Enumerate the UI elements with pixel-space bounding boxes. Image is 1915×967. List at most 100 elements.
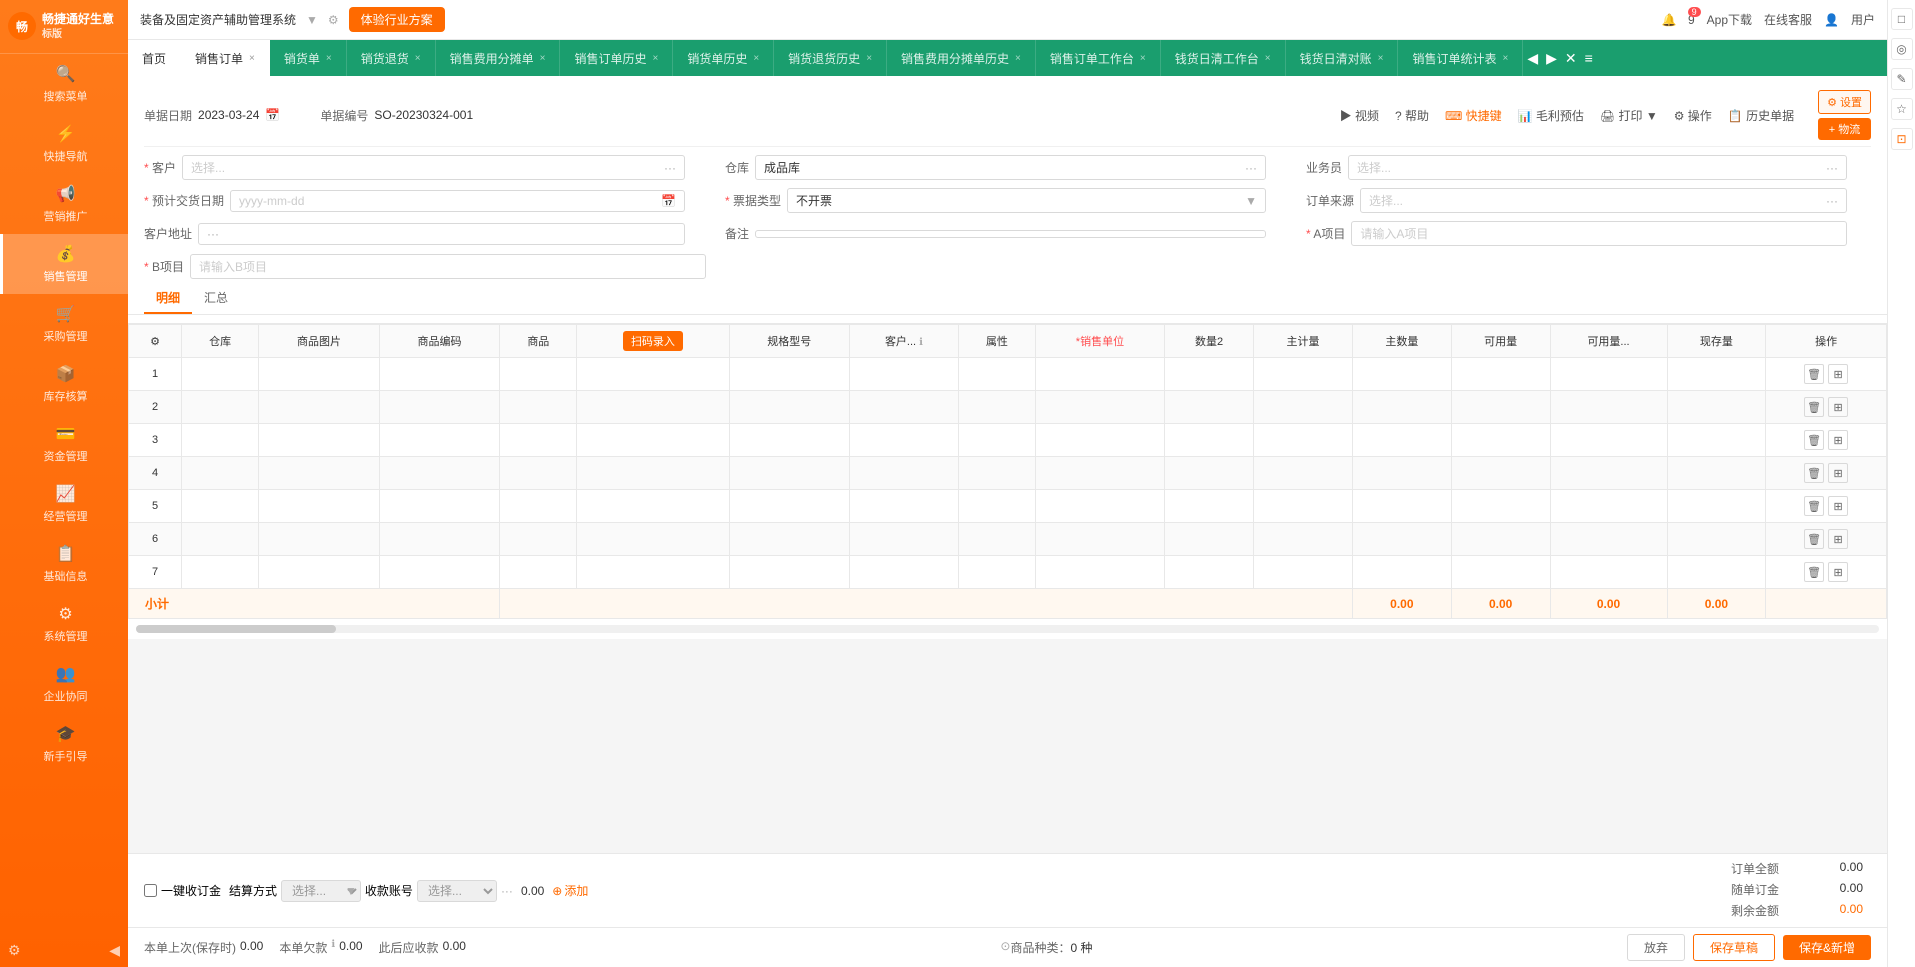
toolbar-help[interactable]: ? 帮助 xyxy=(1395,107,1429,124)
right-panel-icon-1[interactable]: □ xyxy=(1891,8,1913,30)
tab-next-icon[interactable]: ▶ xyxy=(1542,50,1561,67)
sidebar-item-库存核算[interactable]: 📦库存核算 xyxy=(0,354,128,414)
tab-close-icon[interactable]: × xyxy=(1140,53,1146,64)
toolbar-video[interactable]: ▶ 视频 xyxy=(1340,107,1379,124)
sidebar-item-搜索菜单[interactable]: 🔍搜索菜单 xyxy=(0,54,128,114)
cell-main-qty-3[interactable] xyxy=(1352,424,1451,457)
user-avatar[interactable]: 👤 xyxy=(1824,13,1839,27)
sidebar-item-营销推广[interactable]: 📢营销推广 xyxy=(0,174,128,234)
online-service-link[interactable]: 在线客服 xyxy=(1764,11,1812,28)
cell-qty2-1[interactable] xyxy=(1164,358,1253,391)
tab-sales-fee[interactable]: 销售费用分摊单 × xyxy=(436,40,561,76)
sidebar-item-采购管理[interactable]: 🛒采购管理 xyxy=(0,294,128,354)
cell-code-3[interactable] xyxy=(379,424,500,457)
delete-icon-1[interactable]: 🗑 xyxy=(1804,364,1824,384)
delivery-calendar-icon[interactable]: 📅 xyxy=(661,194,676,208)
copy-icon-4[interactable]: ⊞ xyxy=(1828,463,1848,483)
scrollbar-thumb[interactable] xyxy=(136,625,336,633)
tab-return-history[interactable]: 销货退货历史 × xyxy=(774,40,887,76)
copy-icon-6[interactable]: ⊞ xyxy=(1828,529,1848,549)
tab-sales-order[interactable]: 销售订单 × xyxy=(181,40,270,76)
cell-spec-1[interactable] xyxy=(729,358,850,391)
tab-sales-return[interactable]: 销货退货 × xyxy=(347,40,436,76)
tab-close-icon[interactable]: × xyxy=(1378,53,1384,64)
cell-main-qty-2[interactable] xyxy=(1352,391,1451,424)
tab-home[interactable]: 首页 xyxy=(128,40,181,76)
cell-customer-1[interactable] xyxy=(850,358,959,391)
right-panel-icon-2[interactable]: ◎ xyxy=(1891,38,1913,60)
tab-close-icon[interactable]: × xyxy=(753,53,759,64)
cell-warehouse-3[interactable] xyxy=(182,424,259,457)
sidebar-item-快捷导航[interactable]: ⚡快捷导航 xyxy=(0,114,128,174)
tab-close-icon[interactable]: × xyxy=(1265,53,1271,64)
tab-close-icon[interactable]: × xyxy=(415,53,421,64)
tab-close-icon[interactable]: × xyxy=(1015,53,1021,64)
delete-icon-4[interactable]: 🗑 xyxy=(1804,463,1824,483)
copy-icon-7[interactable]: ⊞ xyxy=(1828,562,1848,582)
toolbar-operations[interactable]: ⚙ 操作 xyxy=(1674,107,1712,124)
note-input[interactable] xyxy=(755,230,1266,238)
copy-icon-3[interactable]: ⊞ xyxy=(1828,430,1848,450)
tab-close-icon[interactable]: × xyxy=(540,53,546,64)
tab-daily-reconcile[interactable]: 钱货日清对账 × xyxy=(1286,40,1399,76)
right-panel-icon-3[interactable]: ✎ xyxy=(1891,68,1913,90)
tab-detail[interactable]: 明细 xyxy=(144,283,192,314)
sidebar-item-销售管理[interactable]: 💰销售管理 xyxy=(0,234,128,294)
cell-attr-2[interactable] xyxy=(958,391,1035,424)
order-source-input[interactable]: 选择... ··· xyxy=(1360,188,1847,213)
one-click-checkbox[interactable]: 一键收订金 xyxy=(144,882,221,899)
horizontal-scrollbar[interactable] xyxy=(136,625,1879,633)
debt-info-icon[interactable]: ℹ xyxy=(331,939,335,956)
save-draft-button[interactable]: 保存草稿 xyxy=(1693,934,1775,961)
settings-bottom-icon[interactable]: ⚙ xyxy=(8,942,21,959)
sidebar-item-经营管理[interactable]: 📈经营管理 xyxy=(0,474,128,534)
delete-icon-5[interactable]: 🗑 xyxy=(1804,496,1824,516)
toolbar-profit[interactable]: 📊 毛利预估 xyxy=(1518,107,1584,124)
tab-close-icon[interactable]: × xyxy=(866,53,872,64)
tab-close-all-icon[interactable]: ✕ xyxy=(1561,50,1581,67)
tab-order-workbench[interactable]: 销售订单工作台 × xyxy=(1036,40,1161,76)
calendar-icon[interactable]: 📅 xyxy=(265,108,280,122)
salesperson-input[interactable]: 选择... ··· xyxy=(1348,155,1847,180)
industry-btn[interactable]: 体验行业方案 xyxy=(349,7,445,32)
right-panel-icon-5[interactable]: ⊡ xyxy=(1891,128,1913,150)
scan-btn[interactable]: 扫码录入 xyxy=(623,331,683,351)
sidebar-item-新手引导[interactable]: 🎓新手引导 xyxy=(0,714,128,774)
delete-icon-7[interactable]: 🗑 xyxy=(1804,562,1824,582)
app-download-link[interactable]: App下载 xyxy=(1707,11,1752,28)
one-click-checkbox-input[interactable] xyxy=(144,884,157,897)
tab-order-stats[interactable]: 销售订单统计表 × xyxy=(1398,40,1523,76)
delete-icon-6[interactable]: 🗑 xyxy=(1804,529,1824,549)
add-logistics-button[interactable]: + 物流 xyxy=(1818,118,1871,140)
setting-button[interactable]: ⚙ 设置 xyxy=(1818,90,1871,114)
tab-close-icon[interactable]: × xyxy=(1502,53,1508,64)
sidebar-item-资金管理[interactable]: 💳资金管理 xyxy=(0,414,128,474)
cell-code-2[interactable] xyxy=(379,391,500,424)
toolbar-history[interactable]: 📋 历史单据 xyxy=(1728,107,1794,124)
cell-code-1[interactable] xyxy=(379,358,500,391)
tab-prev-icon[interactable]: ◀ xyxy=(1523,50,1542,67)
tab-invoice-history[interactable]: 销货单历史 × xyxy=(673,40,774,76)
tab-close-icon[interactable]: × xyxy=(652,53,658,64)
tab-menu-icon[interactable]: ≡ xyxy=(1581,50,1597,66)
b-project-input[interactable]: 请输入B项目 xyxy=(190,254,706,279)
a-project-input[interactable]: 请输入A项目 xyxy=(1351,221,1847,246)
cell-main-qty-1[interactable] xyxy=(1352,358,1451,391)
customer-input[interactable]: 选择... ··· xyxy=(182,155,685,180)
sidebar-item-系统管理[interactable]: ⚙系统管理 xyxy=(0,594,128,654)
cell-attr-1[interactable] xyxy=(958,358,1035,391)
copy-icon-2[interactable]: ⊞ xyxy=(1828,397,1848,417)
tab-fee-history[interactable]: 销售费用分摊单历史 × xyxy=(887,40,1036,76)
cell-unit-1[interactable] xyxy=(1035,358,1164,391)
cell-qty2-3[interactable] xyxy=(1164,424,1253,457)
invoice-type-select[interactable]: 不开票 ▼ xyxy=(787,188,1266,213)
right-panel-icon-4[interactable]: ☆ xyxy=(1891,98,1913,120)
cell-product-2[interactable] xyxy=(500,391,577,424)
col-scan[interactable]: 扫码录入 xyxy=(577,325,729,358)
tab-daily-workbench[interactable]: 钱货日清工作台 × xyxy=(1161,40,1286,76)
warehouse-input[interactable]: 成品库 ··· xyxy=(755,155,1266,180)
cell-attr-3[interactable] xyxy=(958,424,1035,457)
copy-icon-5[interactable]: ⊞ xyxy=(1828,496,1848,516)
scrollbar-area[interactable] xyxy=(128,619,1887,639)
cell-unit-2[interactable] xyxy=(1035,391,1164,424)
